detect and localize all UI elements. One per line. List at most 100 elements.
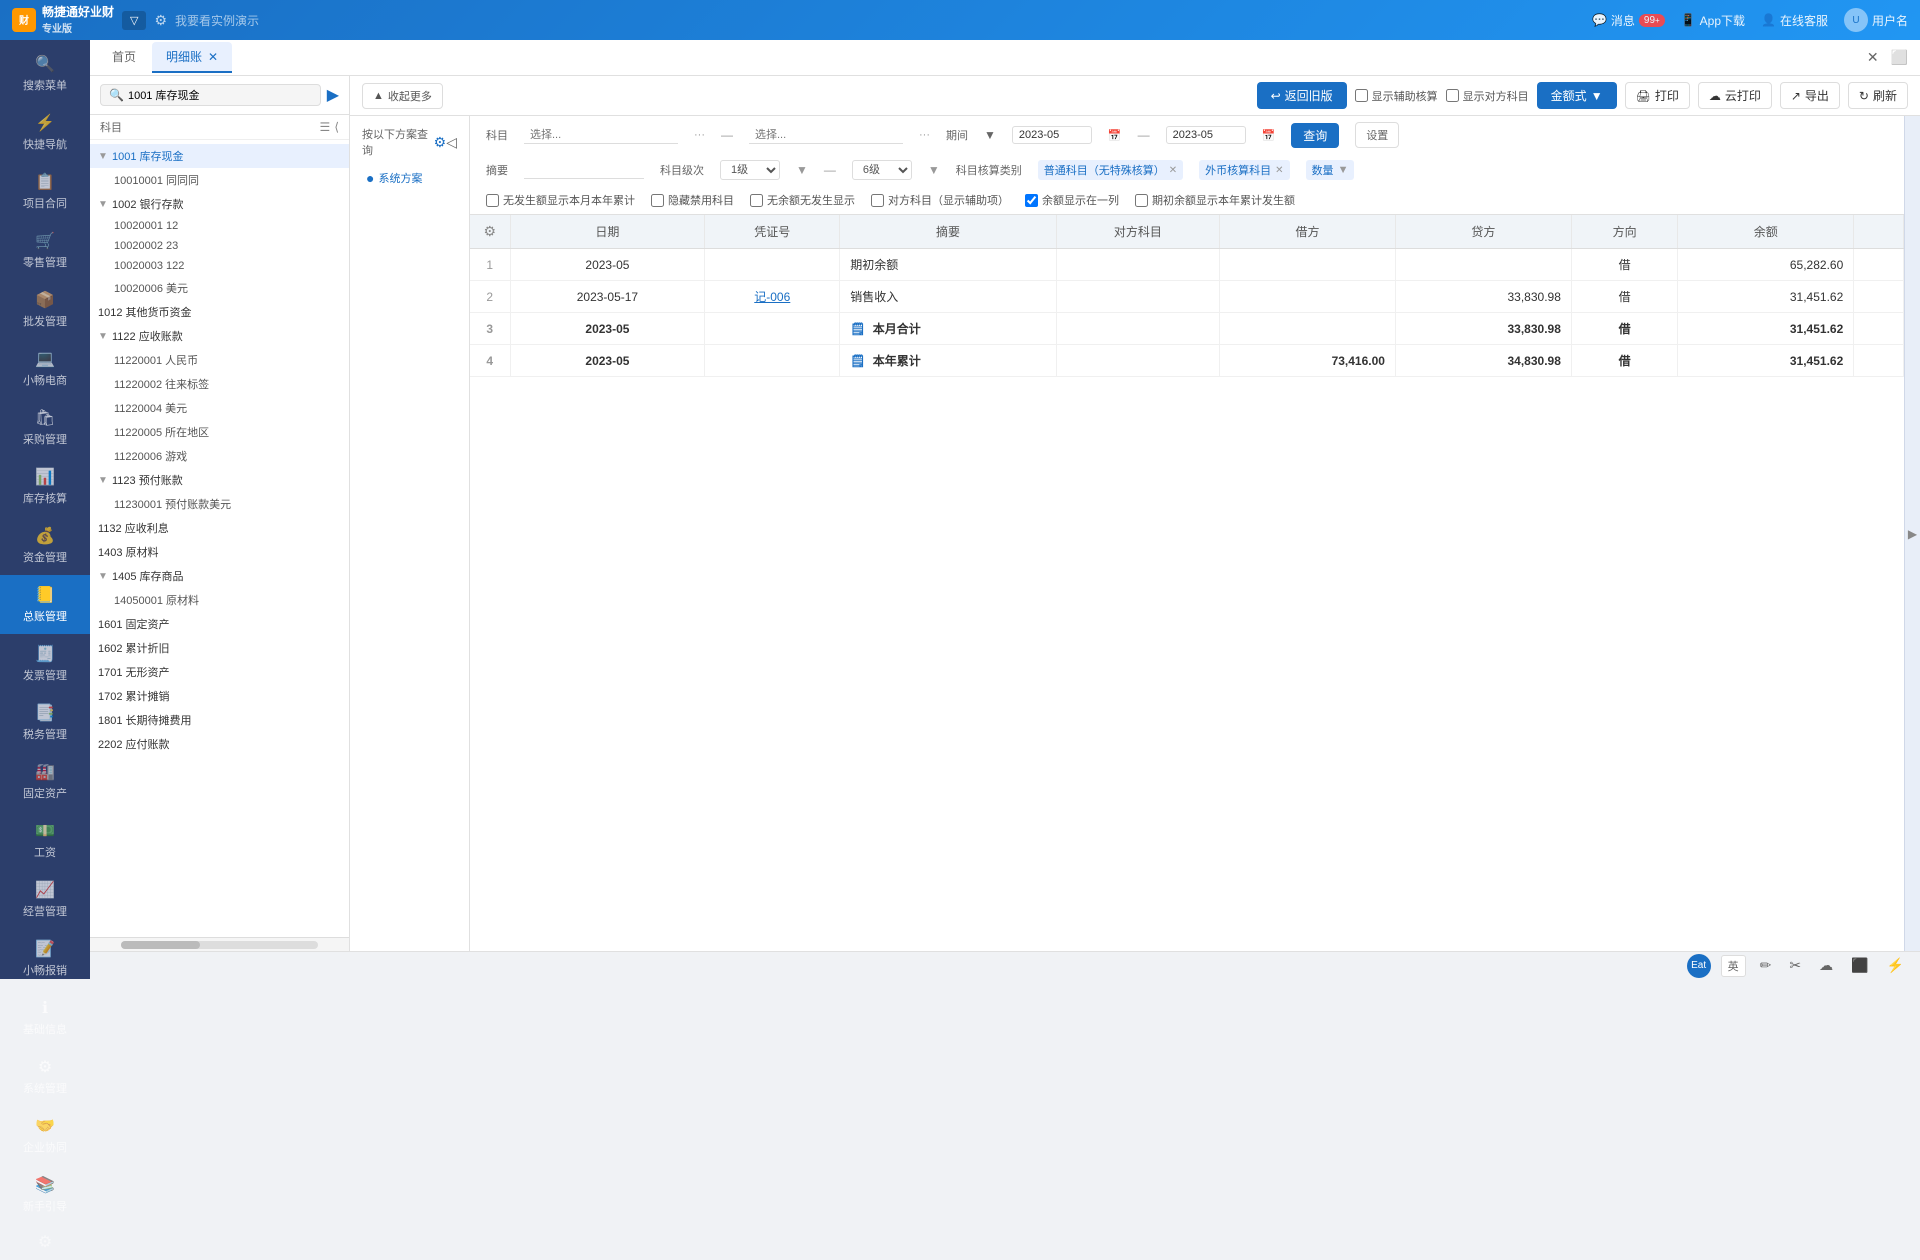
collapse-icon[interactable]: ⟨ <box>334 120 339 134</box>
tree-node-1801[interactable]: 1801 长期待摊费用 <box>90 708 349 732</box>
settings-icon[interactable]: ⚙ <box>154 12 167 29</box>
tree-node-1012[interactable]: 1012 其他货币资金 <box>90 300 349 324</box>
category-tag-3[interactable]: 数量 ▼ <box>1306 160 1355 180</box>
tree-node-14050001[interactable]: 14050001 原材料 <box>90 588 349 612</box>
lang-label[interactable]: 英 <box>1721 955 1746 977</box>
checkbox-period-balance[interactable]: 期初余额显示本年累计发生额 <box>1135 192 1295 208</box>
eat-btn[interactable]: Eat <box>1687 954 1711 978</box>
sidebar-item-search-menu[interactable]: 🔍 搜索菜单 <box>0 44 90 103</box>
no-amount-checkbox[interactable] <box>486 194 499 207</box>
sidebar-settings-btn[interactable]: ⚙ <box>0 1224 90 1260</box>
sidebar-item-quick-nav[interactable]: ⚡ 快捷导航 <box>0 103 90 162</box>
show-aux-check[interactable]: 显示辅助核算 <box>1355 88 1438 104</box>
online-service-nav[interactable]: 👤 在线客服 <box>1761 12 1828 29</box>
checkbox-hide-disabled[interactable]: 隐藏禁用科目 <box>651 192 734 208</box>
tree-node-1701[interactable]: 1701 无形资产 <box>90 660 349 684</box>
tab-maximize-btn[interactable]: ⬜ <box>1887 47 1912 68</box>
settings-btn[interactable]: 设置 <box>1355 122 1399 148</box>
checkbox-balance-col[interactable]: 余额显示在一列 <box>1025 192 1119 208</box>
message-nav[interactable]: 💬 消息 99+ <box>1592 12 1665 29</box>
tree-node-11220005[interactable]: 11220005 所在地区 <box>90 420 349 444</box>
return-old-btn[interactable]: ↩ 返回旧版 <box>1257 82 1347 109</box>
sidebar-item-accounting[interactable]: 📒 总账管理 <box>0 575 90 634</box>
account-nav-forward-icon[interactable]: ▶ <box>327 85 339 105</box>
sidebar-item-ecommerce[interactable]: 💻 小畅电商 <box>0 339 90 398</box>
sidebar-item-coop[interactable]: 🤝 企业协同 <box>0 1106 90 1165</box>
period-calendar-icon[interactable]: 📅 <box>1108 129 1122 142</box>
bottom-icon-4[interactable]: ⬛ <box>1847 955 1872 976</box>
sidebar-item-wholesale[interactable]: 📦 批发管理 <box>0 280 90 339</box>
checkbox-show-contra[interactable]: 对方科目（显示辅助项） <box>871 192 1009 208</box>
subject-input[interactable] <box>524 127 678 144</box>
system-scheme-item[interactable]: ● 系统方案 <box>358 166 461 190</box>
bottom-icon-2[interactable]: ✂ <box>1785 955 1805 976</box>
print-btn[interactable]: 🖨 打印 <box>1625 82 1690 109</box>
tab-detail[interactable]: 明细账 ✕ <box>152 42 232 73</box>
category-tag-1[interactable]: 普通科目（无特殊核算） ✕ <box>1038 160 1183 180</box>
table-settings-icon[interactable]: ⚙ <box>483 223 496 239</box>
tree-node-1132[interactable]: 1132 应收利息 <box>90 516 349 540</box>
sidebar-item-tax[interactable]: 📑 税务管理 <box>0 693 90 752</box>
level-dropdown-icon[interactable]: ▼ <box>796 163 808 177</box>
checkbox-no-amount[interactable]: 无发生额显示本月本年累计 <box>486 192 635 208</box>
period-dropdown-icon[interactable]: ▼ <box>984 128 996 142</box>
sidebar-item-capital[interactable]: 💰 资金管理 <box>0 516 90 575</box>
tree-node-10020001[interactable]: 10020001 12 <box>90 216 349 236</box>
filter-settings-icon[interactable]: ⚙ <box>434 134 447 151</box>
tree-node-10010001[interactable]: 10010001 同同同 <box>90 168 349 192</box>
category-tag-2[interactable]: 外币核算科目 ✕ <box>1199 160 1289 180</box>
tab-home[interactable]: 首页 <box>98 42 150 73</box>
tab-close-icon[interactable]: ✕ <box>208 50 218 64</box>
sidebar-item-invoice[interactable]: 🧾 发票管理 <box>0 634 90 693</box>
app-download-nav[interactable]: 📱 App下载 <box>1681 12 1745 29</box>
show-contra-check[interactable]: 显示对方科目 <box>1446 88 1529 104</box>
period-balance-checkbox[interactable] <box>1135 194 1148 207</box>
level-end-dropdown-icon[interactable]: ▼ <box>928 163 940 177</box>
tree-node-1702[interactable]: 1702 累计摊销 <box>90 684 349 708</box>
tag-remove-icon-1[interactable]: ✕ <box>1169 165 1177 176</box>
tree-node-1403[interactable]: 1403 原材料 <box>90 540 349 564</box>
tree-node-1601[interactable]: 1601 固定资产 <box>90 612 349 636</box>
sidebar-item-inventory[interactable]: 📊 库存核算 <box>0 457 90 516</box>
level-start-select[interactable]: 1级 2级 3级 <box>720 160 780 180</box>
balance-col-checkbox[interactable] <box>1025 194 1038 207</box>
sidebar-item-system[interactable]: ⚙ 系统管理 <box>0 1047 90 1106</box>
show-aux-checkbox[interactable] <box>1355 89 1368 102</box>
list-view-icon[interactable]: ☰ <box>320 120 331 134</box>
search-btn[interactable]: 查询 <box>1291 123 1339 148</box>
user-nav[interactable]: U 用户名 <box>1844 8 1908 32</box>
bottom-icon-5[interactable]: ⚡ <box>1883 955 1908 976</box>
tree-node-11220001[interactable]: 11220001 人民币 <box>90 348 349 372</box>
tab-close-btn[interactable]: ✕ <box>1863 47 1883 68</box>
checkbox-no-balance[interactable]: 无余额无发生显示 <box>750 192 855 208</box>
tree-node-1122[interactable]: ▼ 1122 应收账款 <box>90 324 349 348</box>
filter-collapse-icon[interactable]: ◁ <box>446 134 457 151</box>
tag-3-dropdown[interactable]: ▼ <box>1338 164 1349 176</box>
export-btn[interactable]: ↗ 导出 <box>1780 82 1840 109</box>
tree-node-10020002[interactable]: 10020002 23 <box>90 236 349 256</box>
cloud-print-btn[interactable]: ☁ 云打印 <box>1698 82 1772 109</box>
sidebar-item-purchase[interactable]: 🛍 采购管理 <box>0 398 90 457</box>
tree-node-11220004[interactable]: 11220004 美元 <box>90 396 349 420</box>
sidebar-item-fixed-assets[interactable]: 🏭 固定资产 <box>0 752 90 811</box>
sidebar-item-payroll[interactable]: 💵 工资 <box>0 811 90 870</box>
sidebar-item-retail[interactable]: 🛒 零售管理 <box>0 221 90 280</box>
tree-node-1123[interactable]: ▼ 1123 预付账款 <box>90 468 349 492</box>
sidebar-item-ops[interactable]: 📈 经营管理 <box>0 870 90 929</box>
sidebar-item-basic-info[interactable]: ℹ 基础信息 <box>0 988 90 1047</box>
format-btn[interactable]: 金额式 ▼ <box>1537 82 1617 109</box>
no-balance-checkbox[interactable] <box>750 194 763 207</box>
period-end-calendar-icon[interactable]: 📅 <box>1262 129 1276 142</box>
horizontal-scrollbar[interactable] <box>90 937 349 951</box>
period-start-input[interactable] <box>1012 126 1092 144</box>
tree-node-10020006[interactable]: 10020006 美元 <box>90 276 349 300</box>
tag-remove-icon-2[interactable]: ✕ <box>1275 165 1283 176</box>
refresh-btn[interactable]: ↻ 刷新 <box>1848 82 1908 109</box>
col-settings[interactable]: ⚙ <box>470 215 510 249</box>
expand-more-btn[interactable]: ▲ 收起更多 <box>362 83 443 109</box>
tree-node-1001[interactable]: ▼ 1001 库存现金 <box>90 144 349 168</box>
sidebar-item-guide[interactable]: 📚 新手引导 <box>0 1165 90 1224</box>
show-contra-checkbox[interactable] <box>1446 89 1459 102</box>
tree-node-1002[interactable]: ▼ 1002 银行存款 <box>90 192 349 216</box>
demo-link[interactable]: 我要看实例演示 <box>175 12 259 29</box>
